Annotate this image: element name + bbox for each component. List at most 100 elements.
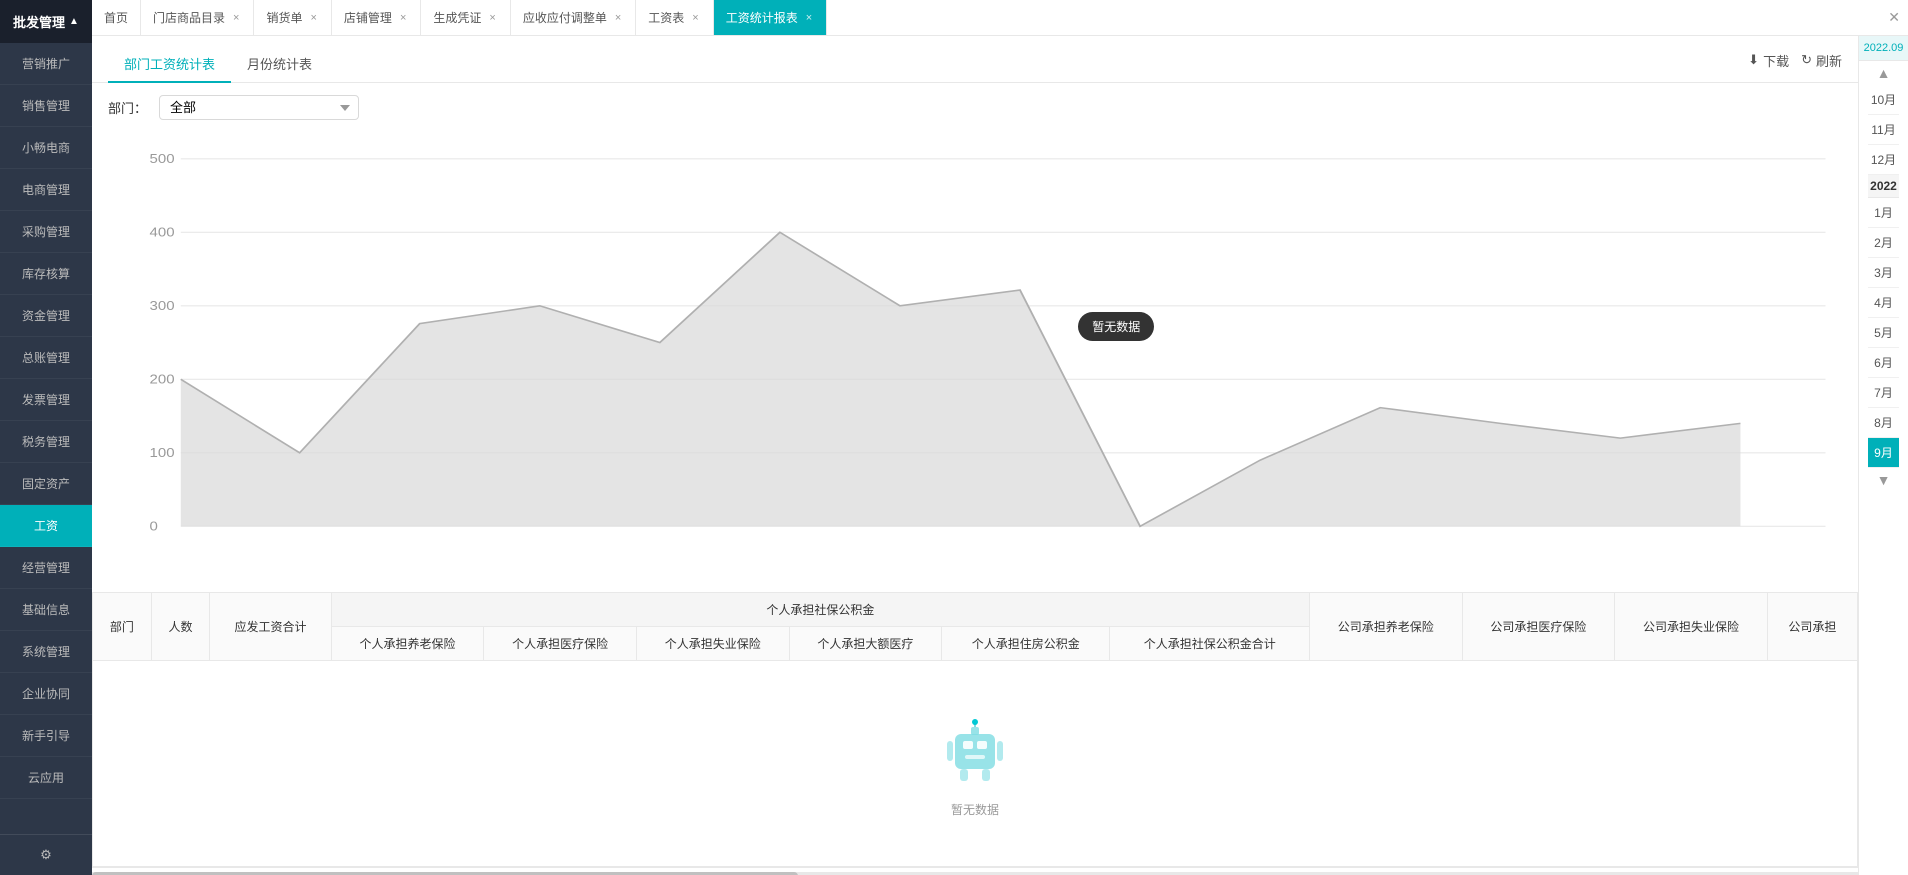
tab-close-production-voucher[interactable]: × [487,12,497,24]
content-area: 部门工资统计表月份统计表 ⬇ 下载 ↻ 刷新 部门： 全部 [92,36,1908,875]
window-close-button[interactable]: ✕ [1888,9,1900,26]
empty-robot-icon [935,709,1015,789]
tab-salary-table[interactable]: 工资表× [636,0,713,35]
tab-salary-report[interactable]: 工资统计报表 × [714,0,827,35]
svg-text:0: 0 [150,519,159,534]
sidebar-item-invoice[interactable]: 发票管理 [0,379,92,421]
tab-home[interactable]: 首页 [92,0,141,35]
sub-tabs: 部门工资统计表月份统计表 [108,46,328,82]
sidebar-item-finance[interactable]: 资金管理 [0,295,92,337]
svg-text:400: 400 [150,225,175,240]
empty-state: 暂无数据 [103,669,1847,858]
date-panel-item-5月[interactable]: 5月 [1868,318,1899,348]
date-panel-nav-up[interactable]: ▲ [1859,61,1908,85]
sub-tab-monthly-stats[interactable]: 月份统计表 [231,46,328,83]
tab-label-home: 首页 [104,9,128,26]
sidebar-item-basic[interactable]: 基础信息 [0,589,92,631]
th-personal-housing-fund: 个人承担住房公积金 [942,627,1110,661]
th-personal-unemployment: 个人承担失业保险 [636,627,789,661]
date-panel-item-4月[interactable]: 4月 [1868,288,1899,318]
table-empty-row: 暂无数据 [93,661,1858,867]
sidebar-item-guide[interactable]: 新手引导 [0,715,92,757]
refresh-button[interactable]: ↻ 刷新 [1801,51,1842,70]
tab-close-salary-report[interactable]: × [804,12,814,24]
empty-state-label: 暂无数据 [951,801,999,818]
sidebar-settings-button[interactable]: ⚙ [0,834,92,875]
sidebar-collapse-icon: ▲ [69,16,79,27]
sidebar-item-ledger[interactable]: 总账管理 [0,337,92,379]
sidebar-item-purchase[interactable]: 采购管理 [0,211,92,253]
date-panel-item-7月[interactable]: 7月 [1868,378,1899,408]
date-panel-item-8月[interactable]: 8月 [1868,408,1899,438]
svg-text:300: 300 [150,298,175,313]
svg-text:500: 500 [150,151,175,166]
tab-label-receivable: 应收应付调整单 [523,9,607,26]
date-panel-item-9月[interactable]: 9月 [1868,438,1899,468]
tab-close-salary-table[interactable]: × [690,12,700,24]
main-area: 首页门店商品目录×销货单×店铺管理×生成凭证×应收应付调整单×工资表×工资统计报… [92,0,1908,875]
filter-dept-label: 部门： [108,98,147,117]
date-panel-current[interactable]: 2022.09 [1859,36,1908,61]
date-panel-item-2月[interactable]: 2月 [1868,228,1899,258]
table-area: 部门 人数 应发工资合计 个人承担社保公积金 公司承担养老保险 公司承担医疗保险… [92,592,1858,875]
th-count: 人数 [151,593,210,661]
tab-sales-order[interactable]: 销货单 × [254,0,331,35]
settings-icon: ⚙ [40,847,52,862]
th-total-salary: 应发工资合计 [210,593,331,661]
date-panel-item-10月[interactable]: 10月 [1868,85,1899,115]
th-company-pension: 公司承担养老保险 [1310,593,1463,661]
tab-close-shop-catalog[interactable]: × [231,12,241,24]
sub-tab-bar: 部门工资统计表月份统计表 ⬇ 下载 ↻ 刷新 [92,36,1858,83]
sidebar-item-ecommerce[interactable]: 电商管理 [0,169,92,211]
th-personal-insurance-total: 个人承担社保公积金合计 [1110,627,1310,661]
tab-shop-catalog[interactable]: 门店商品目录 × [141,0,254,35]
date-panel-nav-down[interactable]: ▼ [1859,468,1908,492]
sidebar-header[interactable]: 批发管理 ▲ [0,0,92,43]
tab-close-shop-management[interactable]: × [398,12,408,24]
table-header-row1: 部门 人数 应发工资合计 个人承担社保公积金 公司承担养老保险 公司承担医疗保险… [93,593,1858,627]
date-panel-item-6月[interactable]: 6月 [1868,348,1899,378]
sub-tab-dept-stats[interactable]: 部门工资统计表 [108,46,231,83]
date-panel-item-1月[interactable]: 1月 [1868,198,1899,228]
tab-bar-end: ✕ [1888,9,1908,26]
tab-shop-management[interactable]: 店铺管理 × [332,0,421,35]
date-panel-item-11月[interactable]: 11月 [1868,115,1899,145]
tab-label-sales-order: 销货单 [266,9,302,26]
chart-area: 500 400 300 200 100 0 [92,132,1858,592]
chart-svg: 500 400 300 200 100 0 [112,142,1838,562]
sidebar-item-mini-ecommerce[interactable]: 小畅电商 [0,127,92,169]
th-company-medical: 公司承担医疗保险 [1462,593,1615,661]
download-label: 下载 [1763,51,1789,70]
tab-label-production-voucher: 生成凭证 [433,9,481,26]
chart-no-data-tooltip: 暂无数据 [1078,312,1154,341]
date-panel-item-3月[interactable]: 3月 [1868,258,1899,288]
sidebar-item-marketing[interactable]: 营销推广 [0,43,92,85]
download-button[interactable]: ⬇ 下载 [1748,51,1789,70]
sidebar-item-enterprise[interactable]: 企业协同 [0,673,92,715]
refresh-label: 刷新 [1816,51,1842,70]
tab-close-sales-order[interactable]: × [308,12,318,24]
tab-label-shop-management: 店铺管理 [344,9,392,26]
data-table: 部门 人数 应发工资合计 个人承担社保公积金 公司承担养老保险 公司承担医疗保险… [92,592,1858,867]
filter-dept-select[interactable]: 全部 [159,95,359,120]
sidebar-item-salary[interactable]: 工资 [0,505,92,547]
sidebar-item-sales[interactable]: 销售管理 [0,85,92,127]
sidebar-item-system[interactable]: 系统管理 [0,631,92,673]
th-company-other: 公司承担 [1767,593,1857,661]
date-panel-item-12月[interactable]: 12月 [1868,145,1899,175]
tab-close-receivable[interactable]: × [613,12,623,24]
tab-production-voucher[interactable]: 生成凭证 × [421,0,510,35]
tab-receivable[interactable]: 应收应付调整单 × [511,0,636,35]
sidebar-item-inventory[interactable]: 库存核算 [0,253,92,295]
sidebar-item-assets[interactable]: 固定资产 [0,463,92,505]
sidebar-item-operations[interactable]: 经营管理 [0,547,92,589]
sidebar-header-label: 批发管理 [13,12,65,31]
date-panel-year-2022: 2022 [1868,175,1899,198]
tab-label-salary-report: 工资统计报表 [726,9,798,26]
sidebar-item-cloud[interactable]: 云应用 [0,757,92,799]
sidebar-item-tax[interactable]: 税务管理 [0,421,92,463]
table-empty-cell: 暂无数据 [93,661,1858,867]
tab-bar: 首页门店商品目录×销货单×店铺管理×生成凭证×应收应付调整单×工资表×工资统计报… [92,0,1908,36]
tab-label-shop-catalog: 门店商品目录 [153,9,225,26]
sidebar: 批发管理 ▲ 营销推广销售管理小畅电商电商管理采购管理库存核算资金管理总账管理发… [0,0,92,875]
